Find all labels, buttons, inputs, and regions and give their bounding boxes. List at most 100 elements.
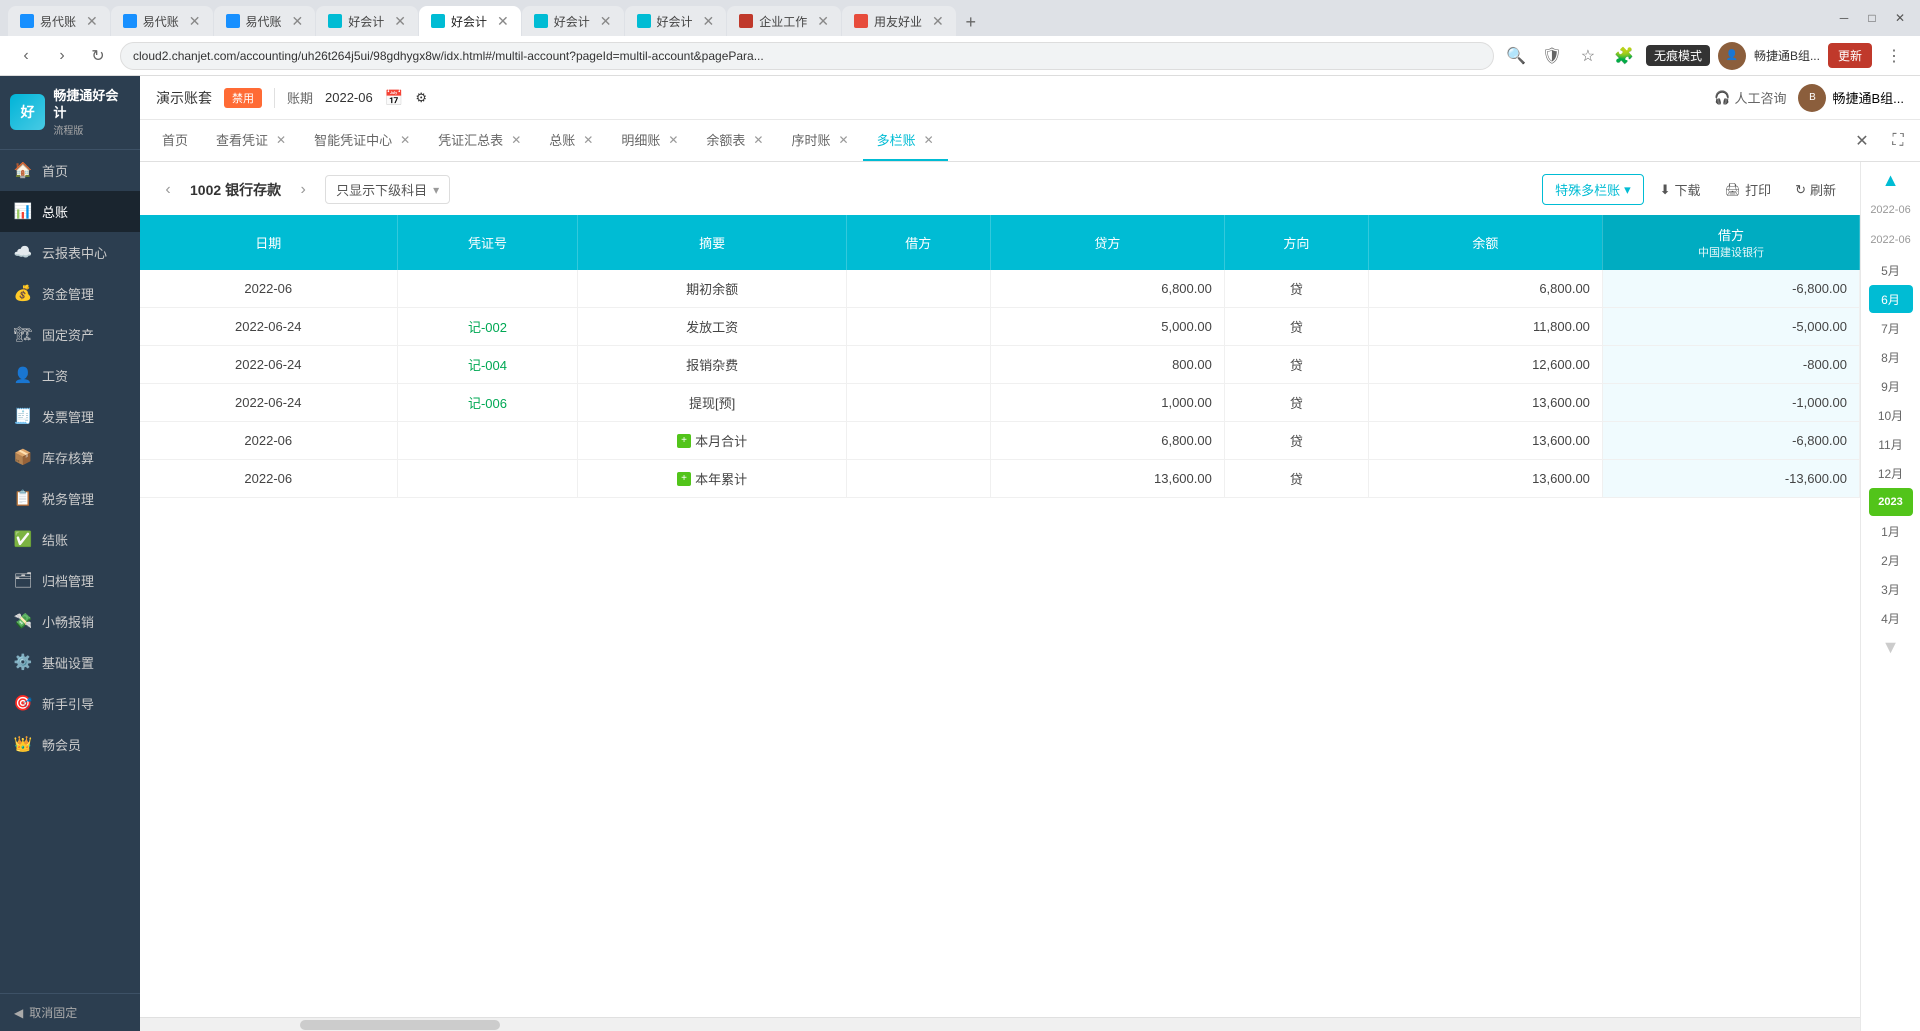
- shield-icon[interactable]: 🛡: [1538, 42, 1566, 70]
- tab-close-3[interactable]: ✕: [394, 14, 406, 28]
- sidebar-item-工资[interactable]: 👤工资: [0, 355, 140, 396]
- month-item-2[interactable]: 7月: [1869, 314, 1913, 342]
- page-tab-close-4[interactable]: ✕: [583, 133, 593, 147]
- month-item-4[interactable]: 9月: [1869, 372, 1913, 400]
- extension-icon[interactable]: 🧩: [1610, 42, 1638, 70]
- page-tab-close-5[interactable]: ✕: [668, 133, 678, 147]
- page-tab-close-7[interactable]: ✕: [839, 133, 849, 147]
- scroll-thumb[interactable]: [300, 1020, 500, 1030]
- month-item-9[interactable]: 1月: [1869, 517, 1913, 545]
- month-item-6[interactable]: 11月: [1869, 430, 1913, 458]
- page-tab-close-1[interactable]: ✕: [276, 133, 286, 147]
- cell-voucher-1[interactable]: 记-002: [397, 308, 578, 346]
- sidebar-item-首页[interactable]: 🏠首页: [0, 150, 140, 191]
- page-tab-close-3[interactable]: ✕: [511, 133, 521, 147]
- maximize-button[interactable]: □: [1860, 6, 1884, 30]
- sidebar-item-资金管理[interactable]: 💰资金管理: [0, 273, 140, 314]
- tab-close-2[interactable]: ✕: [292, 14, 304, 28]
- page-tab-总账[interactable]: 总账✕: [535, 120, 607, 161]
- sidebar-item-结账[interactable]: ✅结账: [0, 519, 140, 560]
- print-button[interactable]: 🖨 打印: [1717, 175, 1780, 204]
- tab-close-7[interactable]: ✕: [817, 14, 829, 28]
- browser-tab-7[interactable]: 企业工作✕: [727, 6, 841, 36]
- special-multi-btn[interactable]: 特殊多栏账 ▾: [1542, 174, 1644, 205]
- close-button[interactable]: ✕: [1888, 6, 1912, 30]
- browser-tab-8[interactable]: 用友好业✕: [842, 6, 956, 36]
- sidebar-item-归档管理[interactable]: 🗂归档管理: [0, 560, 140, 601]
- month-item-11[interactable]: 3月: [1869, 575, 1913, 603]
- browser-tab-1[interactable]: 易代账✕: [111, 6, 213, 36]
- page-tab-多栏账[interactable]: 多栏账✕: [863, 120, 948, 161]
- address-input[interactable]: [120, 42, 1494, 70]
- new-tab-button[interactable]: +: [957, 8, 985, 36]
- refresh-button[interactable]: ↻ 刷新: [1787, 175, 1844, 204]
- prev-account-button[interactable]: ‹: [156, 178, 180, 202]
- tab-collapse-button[interactable]: ✕: [1848, 127, 1876, 155]
- browser-tab-6[interactable]: 好会计✕: [625, 6, 727, 36]
- page-tab-close-2[interactable]: ✕: [400, 133, 410, 147]
- settings-icon[interactable]: ⚙: [415, 90, 427, 106]
- month-item-1[interactable]: 6月: [1869, 285, 1913, 313]
- page-tab-凭证汇总表[interactable]: 凭证汇总表✕: [424, 120, 535, 161]
- subcategory-filter[interactable]: 只显示下级科目 ▾: [325, 175, 450, 204]
- consult-button[interactable]: 🎧 人工咨询: [1714, 88, 1786, 107]
- sidebar-item-总账[interactable]: 📊总账: [0, 191, 140, 232]
- browser-tab-5[interactable]: 好会计✕: [522, 6, 624, 36]
- month-item-12[interactable]: 4月: [1869, 604, 1913, 632]
- update-button[interactable]: 更新: [1828, 43, 1872, 68]
- horizontal-scrollbar[interactable]: [140, 1017, 1860, 1031]
- browser-tab-0[interactable]: 易代账✕: [8, 6, 110, 36]
- sidebar-item-小畅报销[interactable]: 💸小畅报销: [0, 601, 140, 642]
- sidebar-item-库存核算[interactable]: 📦库存核算: [0, 437, 140, 478]
- browser-tab-3[interactable]: 好会计✕: [316, 6, 418, 36]
- reload-button[interactable]: ↻: [84, 42, 112, 70]
- month-item-7[interactable]: 12月: [1869, 459, 1913, 487]
- month-item-5[interactable]: 10月: [1869, 401, 1913, 429]
- back-button[interactable]: ‹: [12, 42, 40, 70]
- browser-tab-4[interactable]: 好会计✕: [419, 6, 521, 36]
- month-item-8[interactable]: 2023: [1869, 488, 1913, 516]
- tab-close-1[interactable]: ✕: [189, 14, 201, 28]
- forward-button[interactable]: ›: [48, 42, 76, 70]
- cell-voucher-2[interactable]: 记-004: [397, 346, 578, 384]
- page-tab-查看凭证[interactable]: 查看凭证✕: [202, 120, 300, 161]
- minimize-button[interactable]: ─: [1832, 6, 1856, 30]
- scroll-down-button[interactable]: ▼: [1882, 637, 1900, 658]
- sidebar-item-基础设置[interactable]: ⚙️基础设置: [0, 642, 140, 683]
- scroll-up-button[interactable]: ▲: [1882, 170, 1900, 191]
- tab-close-0[interactable]: ✕: [86, 14, 98, 28]
- star-icon[interactable]: ☆: [1574, 42, 1602, 70]
- top-user[interactable]: B 畅捷通B组...: [1798, 84, 1904, 112]
- browser-tab-2[interactable]: 易代账✕: [214, 6, 316, 36]
- page-tab-close-8[interactable]: ✕: [924, 133, 934, 147]
- page-tab-首页[interactable]: 首页: [148, 120, 202, 161]
- browser-user-avatar[interactable]: 👤: [1718, 42, 1746, 70]
- page-tab-智能凭证中心[interactable]: 智能凭证中心✕: [300, 120, 424, 161]
- sidebar-item-云报表中心[interactable]: ☁️云报表中心: [0, 232, 140, 273]
- tab-close-8[interactable]: ✕: [932, 14, 944, 28]
- month-item-10[interactable]: 2月: [1869, 546, 1913, 574]
- sidebar-item-发票管理[interactable]: 🧾发票管理: [0, 396, 140, 437]
- no-trace-mode[interactable]: 无痕模式: [1646, 45, 1710, 66]
- cell-voucher-3[interactable]: 记-006: [397, 384, 578, 422]
- sidebar-item-新手引导[interactable]: 🎯新手引导: [0, 683, 140, 724]
- page-tab-余额表[interactable]: 余额表✕: [692, 120, 777, 161]
- sidebar-item-畅会员[interactable]: 👑畅会员: [0, 724, 140, 765]
- month-item-3[interactable]: 8月: [1869, 343, 1913, 371]
- page-tab-序时账[interactable]: 序时账✕: [777, 120, 862, 161]
- search-icon[interactable]: 🔍: [1502, 42, 1530, 70]
- tab-close-5[interactable]: ✕: [600, 14, 612, 28]
- more-menu-icon[interactable]: ⋮: [1880, 42, 1908, 70]
- download-button[interactable]: ⬇ 下载: [1652, 175, 1709, 204]
- sidebar-item-税务管理[interactable]: 📋税务管理: [0, 478, 140, 519]
- next-account-button[interactable]: ›: [291, 178, 315, 202]
- page-tab-close-6[interactable]: ✕: [753, 133, 763, 147]
- tab-close-4[interactable]: ✕: [497, 14, 509, 28]
- tab-close-6[interactable]: ✕: [703, 14, 715, 28]
- tab-expand-button[interactable]: ⛶: [1884, 127, 1912, 155]
- month-item-0[interactable]: 5月: [1869, 256, 1913, 284]
- page-tab-明细账[interactable]: 明细账✕: [607, 120, 692, 161]
- sidebar-item-固定资产[interactable]: 🏗固定资产: [0, 314, 140, 355]
- calendar-icon[interactable]: 📅: [385, 89, 404, 107]
- sidebar-footer[interactable]: ◀ 取消固定: [0, 993, 140, 1031]
